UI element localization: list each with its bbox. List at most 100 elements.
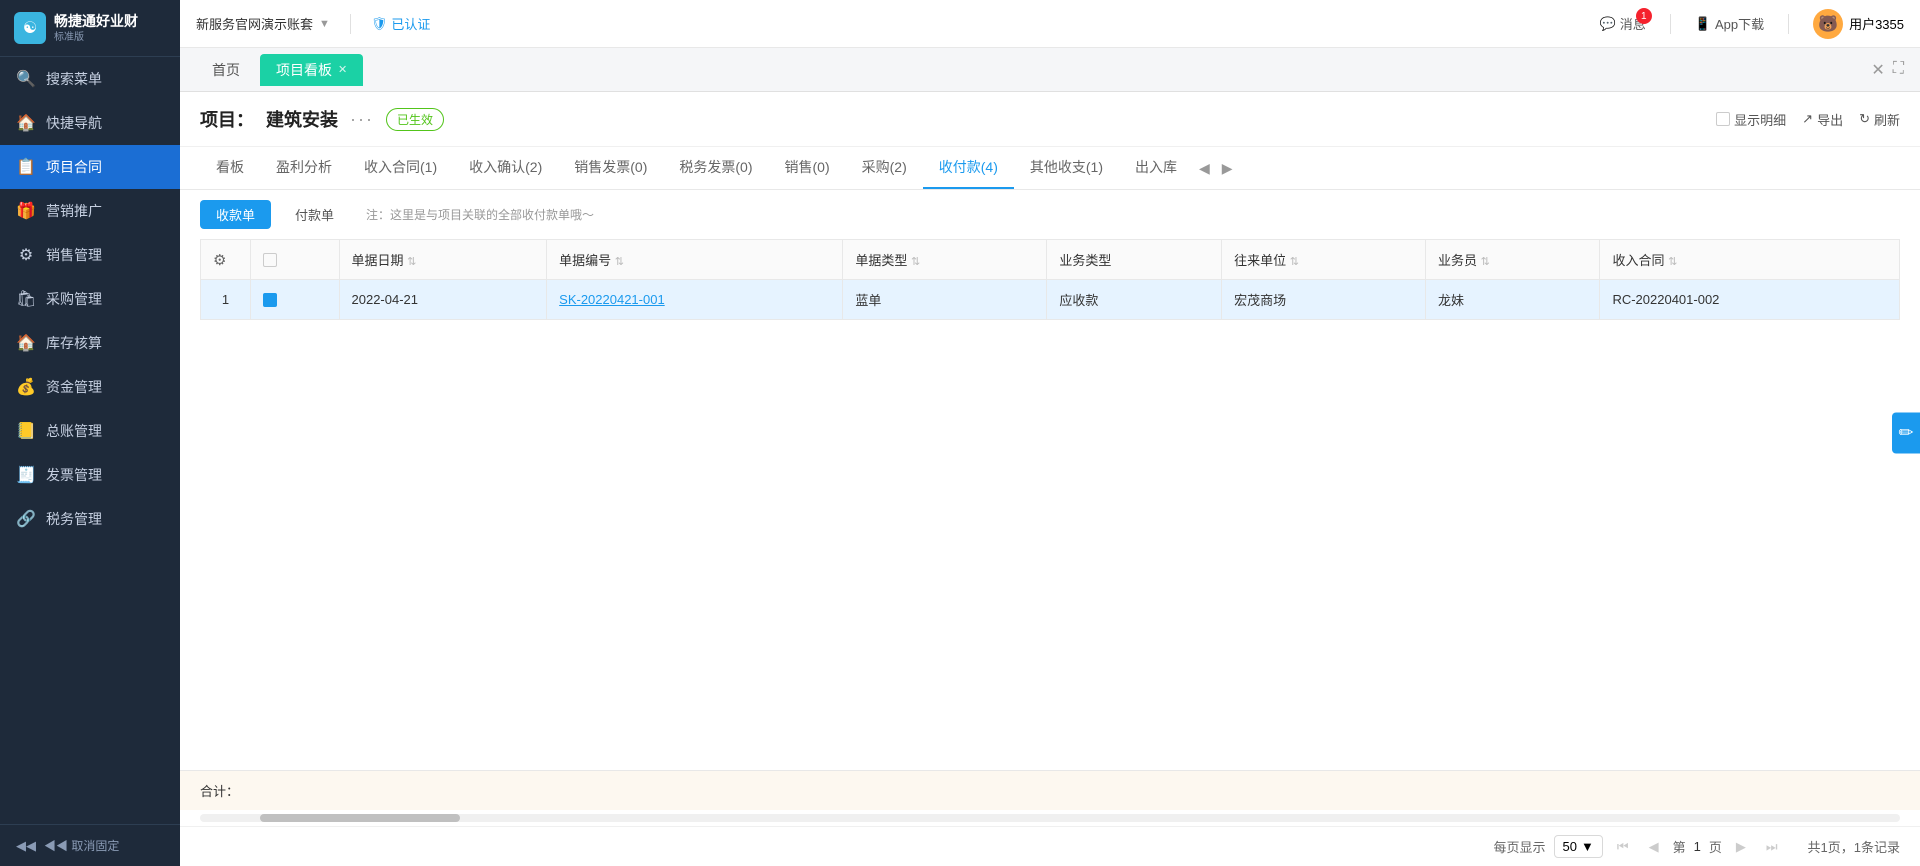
td-checkbox[interactable] bbox=[251, 280, 340, 320]
nav-tab-sales-invoice[interactable]: 销售发票(0) bbox=[558, 147, 663, 189]
sidebar-item-purchase[interactable]: 🛍 采购管理 bbox=[0, 277, 180, 321]
nav-tab-tax-invoice[interactable]: 税务发票(0) bbox=[663, 147, 768, 189]
per-page-label: 每页显示 bbox=[1494, 837, 1546, 856]
project-header: 项目： 建筑安装 ··· 已生效 显示明细 ↗ 导出 ↻ 刷新 bbox=[180, 92, 1920, 147]
sub-tab-payment[interactable]: 付款单 bbox=[279, 200, 350, 229]
per-page-select[interactable]: 50 ▼ bbox=[1554, 835, 1603, 858]
receipt-icon: 🧾 bbox=[16, 465, 36, 485]
tab-home-label: 首页 bbox=[212, 60, 240, 80]
td-number[interactable]: SK-20220421-001 bbox=[547, 280, 843, 320]
search-icon: 🔍 bbox=[16, 69, 36, 89]
nav-left-arrow[interactable]: ◀ bbox=[1193, 160, 1216, 177]
certified-label: 已认证 bbox=[391, 14, 430, 33]
table-container: ⚙ 单据日期 单据编号 单据类型 bbox=[180, 239, 1920, 770]
scrollbar-thumb[interactable] bbox=[260, 814, 460, 822]
nav-tab-sales[interactable]: 销售(0) bbox=[769, 147, 846, 189]
contract-icon: 📋 bbox=[16, 157, 36, 177]
app-title: 畅捷通好业财 bbox=[54, 12, 138, 30]
td-income-contract: RC-20220401-002 bbox=[1600, 280, 1900, 320]
next-page-button[interactable]: ▶ bbox=[1730, 837, 1752, 857]
sidebar-item-sales[interactable]: ⚙ 销售管理 bbox=[0, 233, 180, 277]
sidebar-item-label: 销售管理 bbox=[46, 245, 102, 265]
td-salesperson: 龙妹 bbox=[1426, 280, 1600, 320]
sidebar-item-tax[interactable]: 🔗 税务管理 bbox=[0, 497, 180, 541]
nav-tab-purchase[interactable]: 采购(2) bbox=[846, 147, 923, 189]
checkbox-icon[interactable] bbox=[1716, 112, 1730, 126]
account-selector[interactable]: 新服务官网演示账套 ▼ bbox=[196, 14, 330, 33]
prev-page-button[interactable]: ◀ bbox=[1643, 837, 1665, 857]
app-download-button[interactable]: 📱 App下载 bbox=[1695, 14, 1764, 33]
th-type-label: 单据类型 bbox=[855, 253, 907, 268]
nav-tab-kanban[interactable]: 看板 bbox=[200, 147, 260, 189]
th-date[interactable]: 单据日期 bbox=[339, 240, 547, 280]
close-window-button[interactable]: ✕ bbox=[1871, 60, 1884, 80]
window-controls: ✕ ⛶ bbox=[1871, 60, 1904, 80]
th-date-label: 单据日期 bbox=[352, 253, 404, 268]
refresh-button[interactable]: ↻ 刷新 bbox=[1859, 110, 1900, 129]
row-checkbox[interactable] bbox=[263, 293, 277, 307]
chevron-down-icon: ▼ bbox=[1581, 839, 1594, 854]
table-row[interactable]: 1 2022-04-21 SK-20220421-001 蓝单 应收款 宏茂商场… bbox=[201, 280, 1900, 320]
tab-project-board[interactable]: 项目看板 ✕ bbox=[260, 54, 363, 86]
sidebar-item-label: 税务管理 bbox=[46, 509, 102, 529]
export-button[interactable]: ↗ 导出 bbox=[1802, 110, 1843, 129]
nav-right-arrow[interactable]: ▶ bbox=[1216, 160, 1239, 177]
sidebar-item-label: 库存核算 bbox=[46, 333, 102, 353]
sidebar-item-search[interactable]: 🔍 搜索菜单 bbox=[0, 57, 180, 101]
nav-tab-tax-invoice-label: 税务发票(0) bbox=[679, 159, 752, 175]
sidebar-item-label: 营销推广 bbox=[46, 201, 102, 221]
sidebar-item-finance[interactable]: 💰 资金管理 bbox=[0, 365, 180, 409]
close-icon[interactable]: ✕ bbox=[338, 63, 347, 76]
project-title-prefix: 项目： bbox=[200, 106, 254, 132]
maximize-window-button[interactable]: ⛶ bbox=[1893, 60, 1904, 80]
tabbar: 首页 项目看板 ✕ ✕ ⛶ bbox=[180, 48, 1920, 92]
sidebar-item-label: 资金管理 bbox=[46, 377, 102, 397]
th-type[interactable]: 单据类型 bbox=[843, 240, 1047, 280]
nav-tab-other-income-label: 其他收支(1) bbox=[1030, 159, 1103, 175]
gift-icon: 🎁 bbox=[16, 201, 36, 221]
nav-tab-profit[interactable]: 盈利分析 bbox=[260, 147, 348, 189]
user-menu[interactable]: 🐻 用户3355 bbox=[1813, 9, 1904, 39]
sidebar-item-inventory[interactable]: 🏠 库存核算 bbox=[0, 321, 180, 365]
sidebar-item-contract[interactable]: 📋 项目合同 bbox=[0, 145, 180, 189]
export-label: 导出 bbox=[1817, 110, 1843, 129]
sidebar-item-invoice[interactable]: 🧾 发票管理 bbox=[0, 453, 180, 497]
app-logo-icon: ☯ bbox=[14, 12, 46, 44]
th-income-contract[interactable]: 收入合同 bbox=[1600, 240, 1900, 280]
first-page-button[interactable]: ⏮ bbox=[1611, 837, 1635, 857]
nav-tab-income-confirm[interactable]: 收入确认(2) bbox=[453, 147, 558, 189]
message-button[interactable]: 💬 消息 1 bbox=[1600, 14, 1646, 33]
nav-tab-income-contract[interactable]: 收入合同(1) bbox=[348, 147, 453, 189]
select-all-checkbox[interactable] bbox=[263, 253, 277, 267]
sidebar-unpin[interactable]: ◀◀ ◀◀ 取消固定 bbox=[0, 824, 180, 866]
scrollbar-track[interactable] bbox=[200, 814, 1900, 822]
project-name: 建筑安装 bbox=[266, 106, 338, 132]
tab-home[interactable]: 首页 bbox=[196, 54, 256, 86]
topbar: 新服务官网演示账套 ▼ 🛡 已认证 💬 消息 1 📱 App下载 🐻 用户335… bbox=[180, 0, 1920, 48]
th-salesperson[interactable]: 业务员 bbox=[1426, 240, 1600, 280]
nav-tab-warehouse[interactable]: 出入库 bbox=[1119, 147, 1193, 189]
page-content: 项目： 建筑安装 ··· 已生效 显示明细 ↗ 导出 ↻ 刷新 bbox=[180, 92, 1920, 866]
bag-icon: 🛍 bbox=[16, 289, 36, 309]
last-page-button[interactable]: ⏭ bbox=[1760, 837, 1784, 857]
account-name: 新服务官网演示账套 bbox=[196, 14, 313, 33]
th-partner[interactable]: 往来单位 bbox=[1222, 240, 1426, 280]
sub-tab-receipt[interactable]: 收款单 bbox=[200, 200, 271, 229]
settings-icon[interactable]: ⚙ bbox=[213, 252, 226, 269]
sidebar-item-quick[interactable]: 🏠 快捷导航 bbox=[0, 101, 180, 145]
sidebar-item-marketing[interactable]: 🎁 营销推广 bbox=[0, 189, 180, 233]
nav-tab-payment[interactable]: 收付款(4) bbox=[923, 147, 1014, 189]
table-scrollbar[interactable] bbox=[180, 810, 1920, 826]
th-number[interactable]: 单据编号 bbox=[547, 240, 843, 280]
project-more-button[interactable]: ··· bbox=[350, 109, 374, 130]
th-gear[interactable]: ⚙ bbox=[201, 240, 251, 280]
app-subtitle: 标准版 bbox=[54, 31, 138, 44]
sidebar-item-ledger[interactable]: 📒 总账管理 bbox=[0, 409, 180, 453]
th-checkbox[interactable] bbox=[251, 240, 340, 280]
nav-tab-purchase-label: 采购(2) bbox=[862, 159, 907, 175]
sidebar-item-label: 采购管理 bbox=[46, 289, 102, 309]
show-detail-checkbox[interactable]: 显示明细 bbox=[1716, 110, 1786, 129]
nav-tab-other-income[interactable]: 其他收支(1) bbox=[1014, 147, 1119, 189]
float-action-button[interactable]: ✏ bbox=[1892, 413, 1920, 454]
document-number-link[interactable]: SK-20220421-001 bbox=[559, 292, 665, 307]
